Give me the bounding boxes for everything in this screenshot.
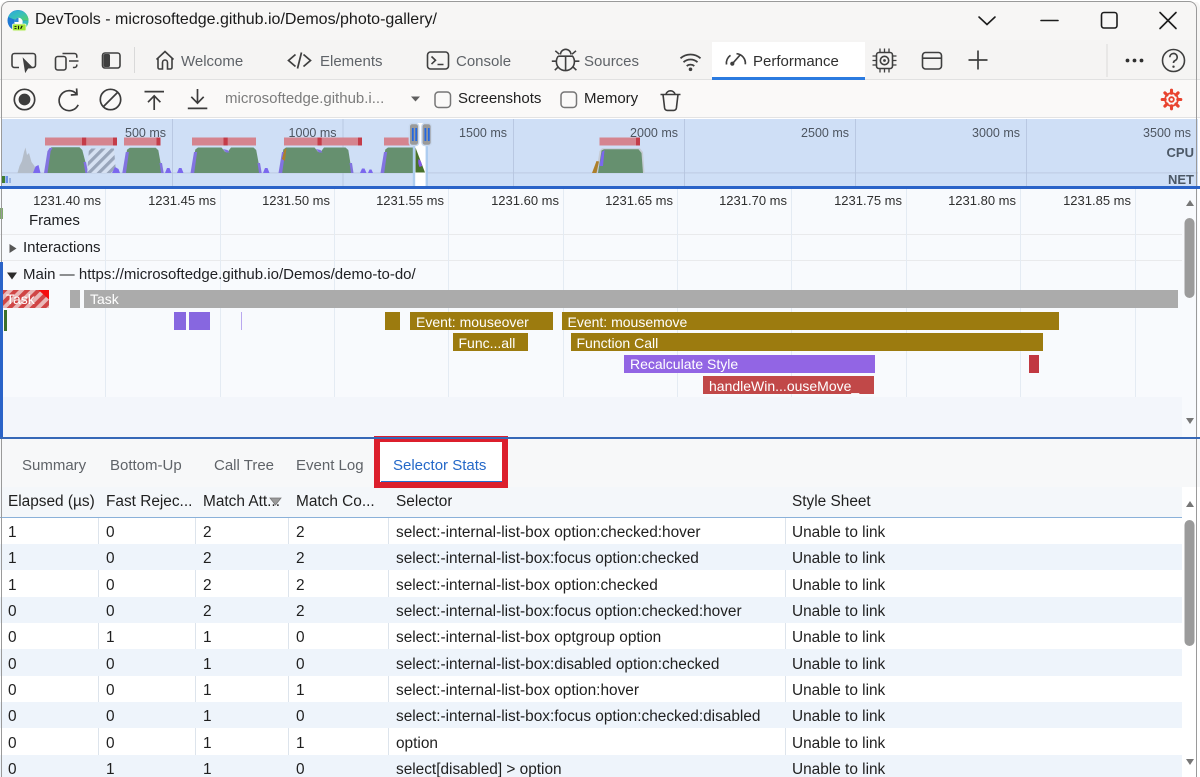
svg-text:Task: Task (6, 291, 36, 307)
